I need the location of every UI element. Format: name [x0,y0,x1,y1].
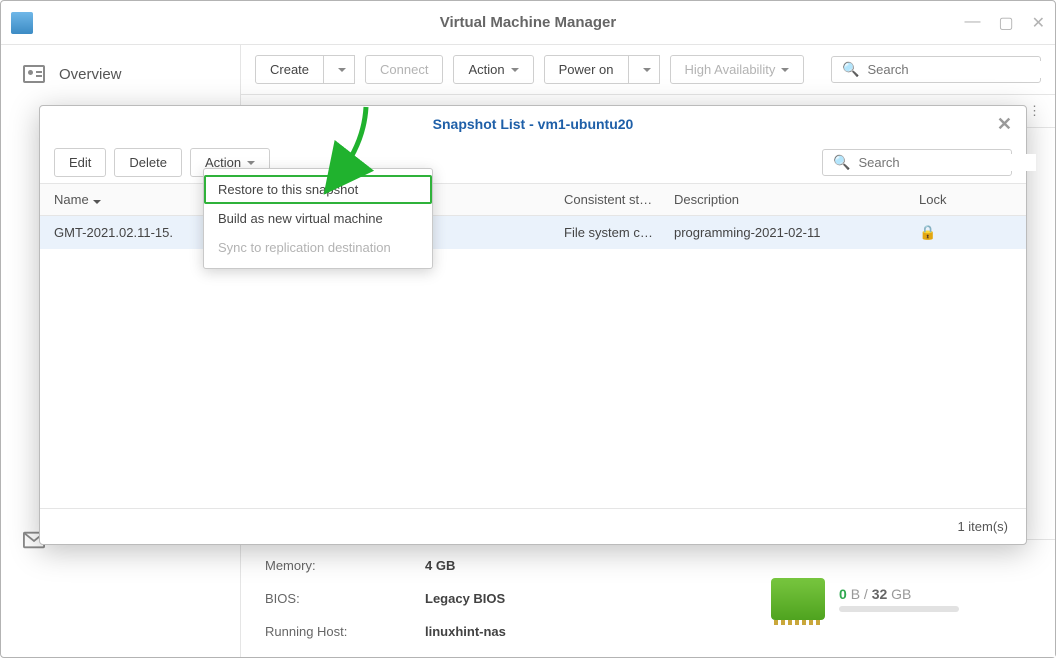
window-maximize-icon[interactable]: ▢ [998,13,1013,33]
caret-down-icon [511,68,519,72]
memory-chip-icon [771,578,825,620]
main-toolbar: Create Connect Action Power on High Avai… [241,45,1055,95]
caret-down-icon [643,68,651,72]
memory-total: 32 [872,586,888,602]
dialog-toolbar: Edit Delete Action 🔍 [40,142,1026,183]
dth-lock[interactable]: Lock [919,192,1012,207]
power-on-dropdown-button[interactable] [629,55,660,84]
dth-description[interactable]: Description [674,192,919,207]
connect-button[interactable]: Connect [365,55,443,84]
window-close-icon[interactable]: ✕ [1032,13,1045,33]
detail-memory-label: Memory: [265,558,425,573]
cell-description: programming-2021-02-11 [674,225,919,240]
cell-consistent: File system c… [564,225,674,240]
caret-down-icon [338,68,346,72]
memory-meter: 0 B / 32 GB [771,558,1031,639]
memory-bar [839,606,959,612]
menu-build-vm[interactable]: Build as new virtual machine [204,204,432,233]
titlebar: Virtual Machine Manager — ▢ ✕ [1,1,1055,45]
caret-down-icon [781,68,789,72]
dialog-search-input[interactable] [856,154,1036,171]
sidebar-item-label: Overview [59,66,122,83]
create-dropdown-button[interactable] [324,55,355,84]
search-icon: 🔍 [833,154,850,171]
dialog-table-header: Name Consistent st… Description Lock [40,183,1026,216]
create-button[interactable]: Create [255,55,324,84]
window-title: Virtual Machine Manager [1,14,1055,31]
cell-name: GMT-2021.02.11-15. [54,225,173,240]
search-input[interactable] [865,61,1045,78]
window-minimize-icon[interactable]: — [964,13,980,33]
detail-memory-value: 4 GB [425,558,506,573]
memory-used-unit: B [851,586,860,602]
caret-down-icon [247,161,255,165]
power-on-button[interactable]: Power on [544,55,629,84]
main-search[interactable]: 🔍 [831,56,1041,83]
dth-consistent[interactable]: Consistent st… [564,192,674,207]
dialog-title: Snapshot List - vm1-ubuntu20 ✕ [40,106,1026,142]
snapshot-dialog: Snapshot List - vm1-ubuntu20 ✕ Edit Dele… [39,105,1027,545]
vm-details-panel: Memory: 4 GB BIOS: Legacy BIOS Running H… [241,539,1055,657]
lock-icon: 🔒 [919,224,936,240]
memory-used: 0 [839,586,847,602]
dialog-close-button[interactable]: ✕ [997,114,1012,135]
detail-bios-value: Legacy BIOS [425,591,506,606]
high-availability-button[interactable]: High Availability [670,55,805,84]
overview-icon [23,65,45,83]
menu-sync-replication: Sync to replication destination [204,233,432,262]
snapshot-row[interactable]: GMT-2021.02.11-15. 59:45 File system c… … [40,216,1026,249]
detail-host-label: Running Host: [265,624,425,639]
app-icon [11,12,33,34]
edit-button[interactable]: Edit [54,148,106,177]
dialog-search[interactable]: 🔍 [822,149,1012,176]
sidebar-item-overview[interactable]: Overview [1,51,240,97]
dialog-footer: 1 item(s) [40,508,1026,544]
delete-button[interactable]: Delete [114,148,182,177]
columns-more-icon[interactable]: ⋮ [1028,103,1041,119]
action-button[interactable]: Action [453,55,533,84]
detail-host-value: linuxhint-nas [425,624,506,639]
detail-bios-label: BIOS: [265,591,425,606]
sort-desc-icon [93,200,101,204]
action-menu: Restore to this snapshot Build as new vi… [203,168,433,269]
search-icon: 🔍 [842,61,859,78]
menu-restore-snapshot[interactable]: Restore to this snapshot [204,175,432,204]
memory-total-unit: GB [891,586,911,602]
